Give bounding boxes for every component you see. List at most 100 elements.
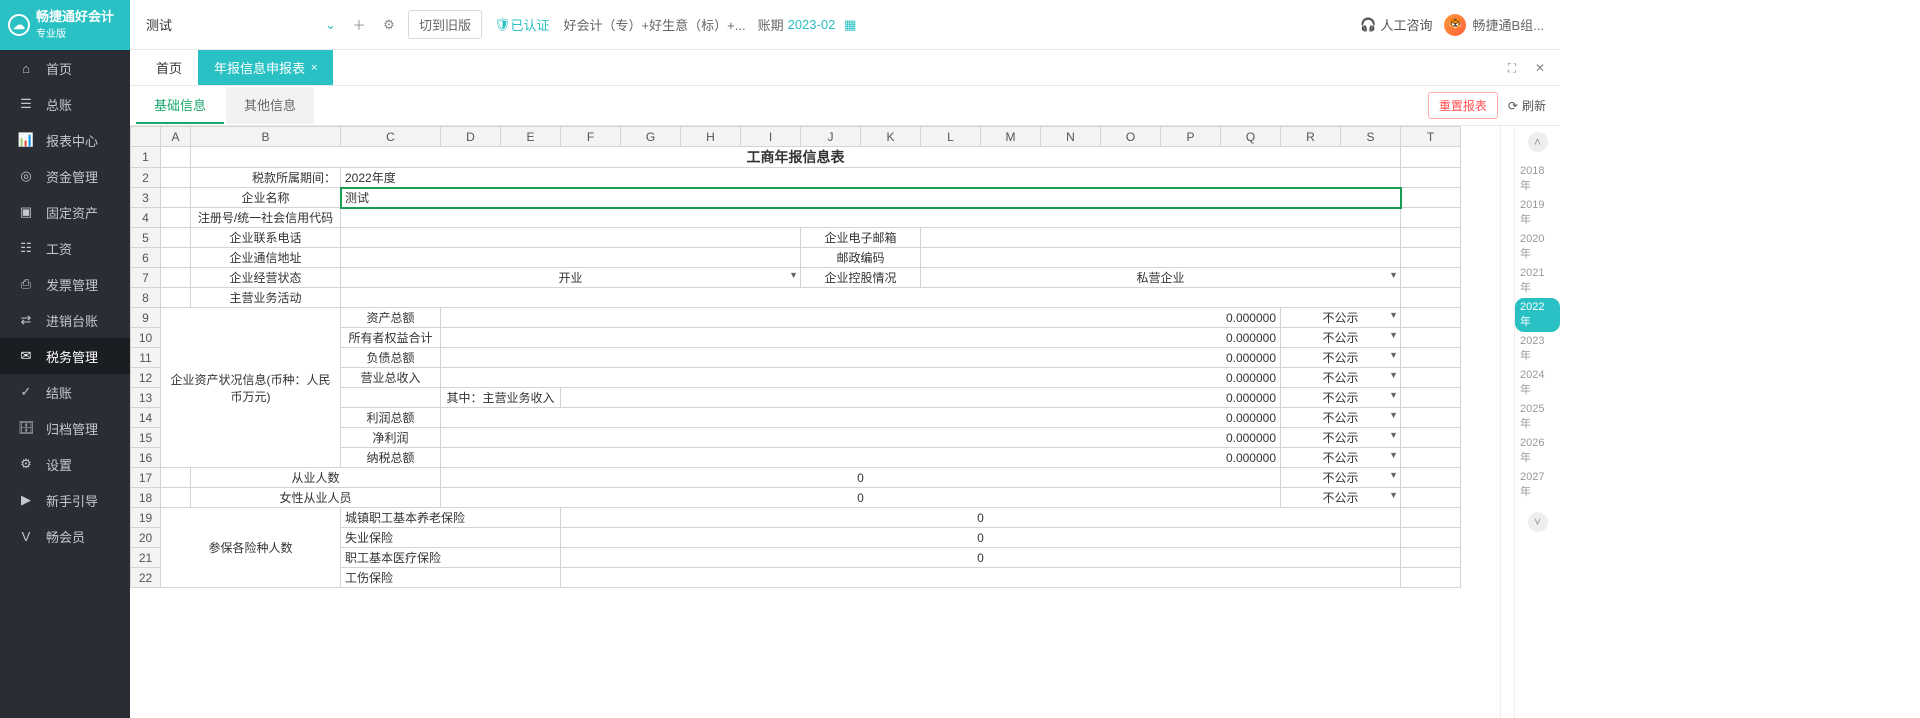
- fin-value-13[interactable]: 0.000000: [561, 388, 1281, 408]
- calendar-icon[interactable]: ▦: [838, 13, 862, 37]
- col-header-T[interactable]: T: [1401, 127, 1461, 147]
- corner-cell[interactable]: [131, 127, 161, 147]
- year-2023年[interactable]: 2023年: [1515, 332, 1560, 366]
- fin-value-15[interactable]: 0.000000: [441, 428, 1281, 448]
- year-2021年[interactable]: 2021年: [1515, 264, 1560, 298]
- year-2027年[interactable]: 2027年: [1515, 468, 1560, 502]
- sidebar-item-asset[interactable]: ▣固定资产: [0, 194, 130, 230]
- female-pub[interactable]: 不公示▼: [1281, 488, 1401, 508]
- col-header-E[interactable]: E: [501, 127, 561, 147]
- phone-input[interactable]: [341, 228, 801, 248]
- fin-pub-14[interactable]: 不公示▼: [1281, 408, 1401, 428]
- row-header-1[interactable]: 1: [131, 147, 161, 168]
- sidebar-item-archive[interactable]: 🗄归档管理: [0, 410, 130, 446]
- year-2018年[interactable]: 2018年: [1515, 162, 1560, 196]
- row-header-15[interactable]: 15: [131, 428, 161, 448]
- year-2026年[interactable]: 2026年: [1515, 434, 1560, 468]
- col-header-C[interactable]: C: [341, 127, 441, 147]
- col-header-S[interactable]: S: [1341, 127, 1401, 147]
- emp-value[interactable]: 0: [441, 468, 1281, 488]
- sidebar-item-vip[interactable]: V畅会员: [0, 518, 130, 554]
- col-header-Q[interactable]: Q: [1221, 127, 1281, 147]
- sidebar-item-ledger[interactable]: ☰总账: [0, 86, 130, 122]
- row-header-18[interactable]: 18: [131, 488, 161, 508]
- col-header-L[interactable]: L: [921, 127, 981, 147]
- reg-no-input[interactable]: [341, 208, 1401, 228]
- year-up-icon[interactable]: ˄: [1528, 132, 1548, 152]
- sidebar-item-tax[interactable]: ✉税务管理: [0, 338, 130, 374]
- row-header-19[interactable]: 19: [131, 508, 161, 528]
- holding-select[interactable]: 私营企业▼: [921, 268, 1401, 288]
- fin-pub-15[interactable]: 不公示▼: [1281, 428, 1401, 448]
- col-header-F[interactable]: F: [561, 127, 621, 147]
- row-header-14[interactable]: 14: [131, 408, 161, 428]
- reset-report-button[interactable]: 重置报表: [1428, 92, 1498, 119]
- fin-pub-16[interactable]: 不公示▼: [1281, 448, 1401, 468]
- company-selector[interactable]: 测试 ⌄: [146, 15, 336, 34]
- brand-logo[interactable]: ☁ 畅捷通好会计 专业版: [0, 0, 130, 50]
- addr-input[interactable]: [341, 248, 801, 268]
- tab-首页[interactable]: 首页: [140, 50, 198, 85]
- sidebar-item-salary[interactable]: ☷工资: [0, 230, 130, 266]
- period-value[interactable]: 2022年度: [341, 168, 1401, 188]
- fin-pub-13[interactable]: 不公示▼: [1281, 388, 1401, 408]
- row-header-12[interactable]: 12: [131, 368, 161, 388]
- fin-value-12[interactable]: 0.000000: [441, 368, 1281, 388]
- subtab-基础信息[interactable]: 基础信息: [136, 87, 224, 124]
- row-header-10[interactable]: 10: [131, 328, 161, 348]
- row-header-9[interactable]: 9: [131, 308, 161, 328]
- row-header-20[interactable]: 20: [131, 528, 161, 548]
- female-value[interactable]: 0: [441, 488, 1281, 508]
- sidebar-item-home[interactable]: ⌂首页: [0, 50, 130, 86]
- sidebar-item-report[interactable]: 📊报表中心: [0, 122, 130, 158]
- col-header-H[interactable]: H: [681, 127, 741, 147]
- row-header-5[interactable]: 5: [131, 228, 161, 248]
- sidebar-item-guide[interactable]: ▶新手引导: [0, 482, 130, 518]
- fin-pub-9[interactable]: 不公示▼: [1281, 308, 1401, 328]
- fin-pub-10[interactable]: 不公示▼: [1281, 328, 1401, 348]
- col-header-R[interactable]: R: [1281, 127, 1341, 147]
- fin-value-14[interactable]: 0.000000: [441, 408, 1281, 428]
- col-header-N[interactable]: N: [1041, 127, 1101, 147]
- sidebar-item-stock[interactable]: ⇄进销台账: [0, 302, 130, 338]
- switch-old-button[interactable]: 切到旧版: [408, 10, 482, 39]
- col-header-M[interactable]: M: [981, 127, 1041, 147]
- period-value[interactable]: 2023-02: [788, 17, 836, 32]
- user-menu[interactable]: 🐯 畅捷通B组...: [1444, 14, 1544, 36]
- fin-value-9[interactable]: 0.000000: [441, 308, 1281, 328]
- row-header-8[interactable]: 8: [131, 288, 161, 308]
- fin-value-16[interactable]: 0.000000: [441, 448, 1281, 468]
- row-header-16[interactable]: 16: [131, 448, 161, 468]
- fin-pub-11[interactable]: 不公示▼: [1281, 348, 1401, 368]
- ins-value-21[interactable]: 0: [561, 548, 1401, 568]
- year-2024年[interactable]: 2024年: [1515, 366, 1560, 400]
- ins-value-20[interactable]: 0: [561, 528, 1401, 548]
- close-tab-icon[interactable]: ✕: [1528, 56, 1552, 80]
- row-header-17[interactable]: 17: [131, 468, 161, 488]
- row-header-6[interactable]: 6: [131, 248, 161, 268]
- sidebar-item-close[interactable]: ✓结账: [0, 374, 130, 410]
- year-2025年[interactable]: 2025年: [1515, 400, 1560, 434]
- year-2019年[interactable]: 2019年: [1515, 196, 1560, 230]
- company-name-input[interactable]: 测试: [341, 188, 1401, 208]
- expand-icon[interactable]: ⛶: [1500, 56, 1524, 80]
- col-header-K[interactable]: K: [861, 127, 921, 147]
- ins-value-19[interactable]: 0: [561, 508, 1401, 528]
- row-header-13[interactable]: 13: [131, 388, 161, 408]
- sidebar-item-settings[interactable]: ⚙设置: [0, 446, 130, 482]
- subtab-其他信息[interactable]: 其他信息: [226, 87, 314, 124]
- row-header-4[interactable]: 4: [131, 208, 161, 228]
- ins-value-22[interactable]: [561, 568, 1401, 588]
- add-icon[interactable]: ＋: [347, 13, 371, 37]
- row-header-11[interactable]: 11: [131, 348, 161, 368]
- fin-value-11[interactable]: 0.000000: [441, 348, 1281, 368]
- year-2020年[interactable]: 2020年: [1515, 230, 1560, 264]
- row-header-3[interactable]: 3: [131, 188, 161, 208]
- gear-icon[interactable]: ⚙: [377, 13, 401, 37]
- row-header-21[interactable]: 21: [131, 548, 161, 568]
- support-link[interactable]: 🎧 人工咨询: [1360, 15, 1432, 34]
- close-icon[interactable]: ×: [311, 62, 317, 74]
- email-input[interactable]: [921, 228, 1401, 248]
- col-header-B[interactable]: B: [191, 127, 341, 147]
- row-header-22[interactable]: 22: [131, 568, 161, 588]
